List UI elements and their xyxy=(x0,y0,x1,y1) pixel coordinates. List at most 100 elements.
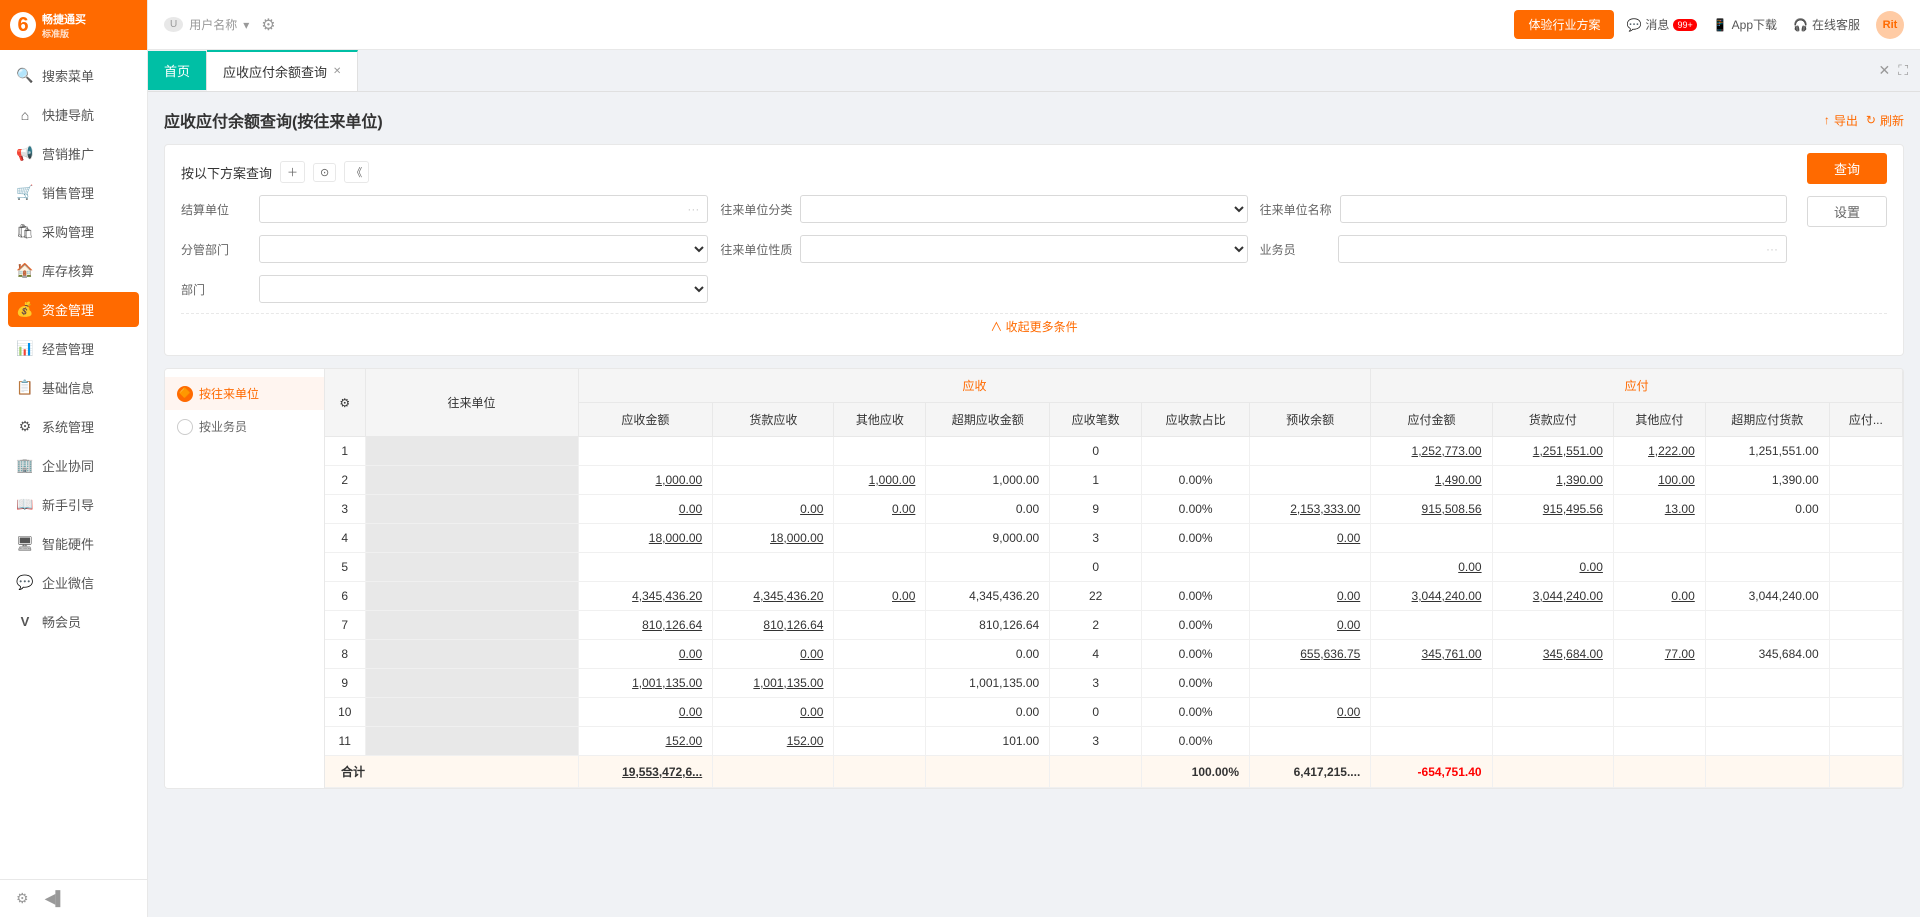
sidebar-item-finance[interactable]: 💰 资金管理 xyxy=(8,292,139,327)
sidebar-item-purchase[interactable]: 🛍 采购管理 xyxy=(0,212,147,251)
total-ap-other xyxy=(1613,756,1705,788)
basic-icon: 📋 xyxy=(16,379,34,396)
sidebar-item-label: 基础信息 xyxy=(42,378,94,397)
sidebar-item-wechat[interactable]: 💬 企业微信 xyxy=(0,563,147,602)
col-ar-ratio: 应收款占比 xyxy=(1142,403,1250,437)
total-ar-amount[interactable]: 19,553,472,6... xyxy=(578,756,713,788)
col-ar-group: 应收 xyxy=(578,369,1371,403)
tab-home[interactable]: 首页 xyxy=(148,51,207,90)
window-close-button[interactable]: ✕ xyxy=(1878,62,1890,79)
unit-name xyxy=(365,611,578,640)
filter-collapse-left-button[interactable]: 《 xyxy=(344,161,369,183)
enterprise-icon: 🏢 xyxy=(16,457,34,474)
sidebar-item-member[interactable]: V 畅会员 xyxy=(0,602,147,641)
dots-icon2: ··· xyxy=(1766,242,1778,256)
table-row: 500.000.00 xyxy=(325,553,1903,582)
user-avatar-small: U xyxy=(164,17,183,32)
page-content: 应收应付余额查询(按往来单位) ↑ 导出 ↻ 刷新 按以下方案查询 ＋ ⊙ 《 xyxy=(148,92,1920,917)
unit-name xyxy=(365,582,578,611)
finance-icon: 💰 xyxy=(16,301,34,318)
user-name: Rit xyxy=(1883,19,1898,31)
app-download-button[interactable]: 📱 App下载 xyxy=(1713,16,1777,33)
filter-add-button[interactable]: ＋ xyxy=(280,161,305,183)
refresh-button[interactable]: ↻ 刷新 xyxy=(1866,112,1904,129)
sidebar-item-label: 智能硬件 xyxy=(42,534,94,553)
home-icon: ⌂ xyxy=(16,107,34,123)
sidebar-item-warehouse[interactable]: 🏠 库存核算 xyxy=(0,251,147,290)
unit-name-input[interactable] xyxy=(1340,195,1787,223)
unit-name xyxy=(365,727,578,756)
col-ap-amount: 应付金额 xyxy=(1371,403,1492,437)
col-ap-goods: 货款应付 xyxy=(1492,403,1613,437)
window-controls: ✕ ⛶ xyxy=(1878,62,1920,79)
footer-collapse-icon[interactable]: ◀▌ xyxy=(45,890,66,907)
unit-name xyxy=(365,698,578,727)
settings-button[interactable]: 设置 xyxy=(1807,196,1887,227)
filter-settlement-unit: 结算单位 ··· xyxy=(181,195,708,223)
filter-unit-category: 往来单位分类 xyxy=(720,195,1247,223)
system-icon: ⚙ xyxy=(16,418,34,435)
unit-name xyxy=(365,495,578,524)
filter-panel-by-unit[interactable]: 🔶 按往来单位 xyxy=(165,377,324,410)
warehouse-icon: 🏠 xyxy=(16,262,34,279)
filter-settings-button[interactable]: ⊙ xyxy=(313,163,336,182)
filter-collapse-button[interactable]: ∧ 收起更多条件 xyxy=(181,313,1887,339)
department-select[interactable] xyxy=(259,275,708,303)
topbar-settings-icon[interactable]: ⚙ xyxy=(261,15,275,35)
sidebar-item-enterprise[interactable]: 🏢 企业协同 xyxy=(0,446,147,485)
unit-nature-select[interactable] xyxy=(800,235,1247,263)
export-button[interactable]: ↑ 导出 xyxy=(1824,112,1858,129)
filter-panel-by-staff[interactable]: 按业务员 xyxy=(165,410,324,443)
app-download-label: App下载 xyxy=(1732,16,1777,33)
tab-ar-ap[interactable]: 应收应付余额查询 ✕ xyxy=(207,50,358,91)
total-ar-ratio: 100.00% xyxy=(1142,756,1250,788)
sidebar-item-basic[interactable]: 📋 基础信息 xyxy=(0,368,147,407)
total-ap-goods xyxy=(1492,756,1613,788)
table-row: 100.000.000.0000.00%0.00 xyxy=(325,698,1903,727)
operations-icon: 📊 xyxy=(16,340,34,357)
topbar: U 用户名称 ▾ ⚙ 体验行业方案 💬 消息 99+ 📱 App下载 🎧 在线客… xyxy=(148,0,1920,50)
table-row: 418,000.0018,000.009,000.0030.00%0.00 xyxy=(325,524,1903,553)
tab-bar: 首页 应收应付余额查询 ✕ ✕ ⛶ xyxy=(148,50,1920,92)
chevron-down-icon[interactable]: ▾ xyxy=(243,18,249,32)
dept-select[interactable] xyxy=(259,235,708,263)
unit-name xyxy=(365,669,578,698)
unit-name xyxy=(365,524,578,553)
sidebar-item-marketing[interactable]: 📢 营销推广 xyxy=(0,134,147,173)
sidebar-item-operations[interactable]: 📊 经营管理 xyxy=(0,329,147,368)
table-row: 91,001,135.001,001,135.001,001,135.0030.… xyxy=(325,669,1903,698)
sidebar-item-guide[interactable]: 📖 新手引导 xyxy=(0,485,147,524)
filter-area: 按以下方案查询 ＋ ⊙ 《 结算单位 ··· 往来单位分类 xyxy=(164,144,1904,356)
user-avatar[interactable]: Rit xyxy=(1876,11,1904,39)
filter-label-salesman: 业务员 xyxy=(1260,241,1330,258)
sidebar: 6 畅捷通买 标准版 🔍 搜索菜单 ⌂ 快捷导航 📢 营销推广 🛒 销售管理 🛍… xyxy=(0,0,148,917)
total-ap-rest xyxy=(1829,756,1902,788)
column-settings-icon[interactable]: ⚙ xyxy=(339,396,350,410)
tab-close-icon[interactable]: ✕ xyxy=(333,66,341,77)
solution-button[interactable]: 体验行业方案 xyxy=(1514,10,1614,39)
filter-label: 按以下方案查询 xyxy=(181,163,272,182)
window-maximize-button[interactable]: ⛶ xyxy=(1898,62,1908,79)
footer-settings-icon[interactable]: ⚙ xyxy=(16,890,29,907)
marketing-icon: 📢 xyxy=(16,145,34,162)
query-button[interactable]: 查询 xyxy=(1807,153,1887,184)
salesman-input[interactable]: ··· xyxy=(1338,235,1787,263)
sidebar-item-search[interactable]: 🔍 搜索菜单 xyxy=(0,56,147,95)
sidebar-item-quicknav[interactable]: ⌂ 快捷导航 xyxy=(0,95,147,134)
sidebar-item-system[interactable]: ⚙ 系统管理 xyxy=(0,407,147,446)
online-service-button[interactable]: 🎧 在线客服 xyxy=(1793,16,1860,33)
settlement-unit-input[interactable]: ··· xyxy=(259,195,708,223)
sidebar-item-sales[interactable]: 🛒 销售管理 xyxy=(0,173,147,212)
table-wrapper: ⚙ 往来单位 应收 应付 应收金额 货款应收 其他应收 超期应收金额 应收笔数 xyxy=(325,369,1903,788)
active-dot: 🔶 xyxy=(177,386,193,402)
total-ap-amount: -654,751.40 xyxy=(1371,756,1492,788)
table-row: 64,345,436.204,345,436.200.004,345,436.2… xyxy=(325,582,1903,611)
wechat-icon: 💬 xyxy=(16,574,34,591)
filter-label-settlement: 结算单位 xyxy=(181,201,251,218)
unit-name xyxy=(365,553,578,582)
col-settings[interactable]: ⚙ xyxy=(325,369,365,437)
unit-category-select[interactable] xyxy=(800,195,1247,223)
message-button[interactable]: 💬 消息 99+ xyxy=(1626,16,1696,33)
sidebar-item-hardware[interactable]: 🖥 智能硬件 xyxy=(0,524,147,563)
filter-salesman: 业务员 ··· xyxy=(1260,235,1787,263)
